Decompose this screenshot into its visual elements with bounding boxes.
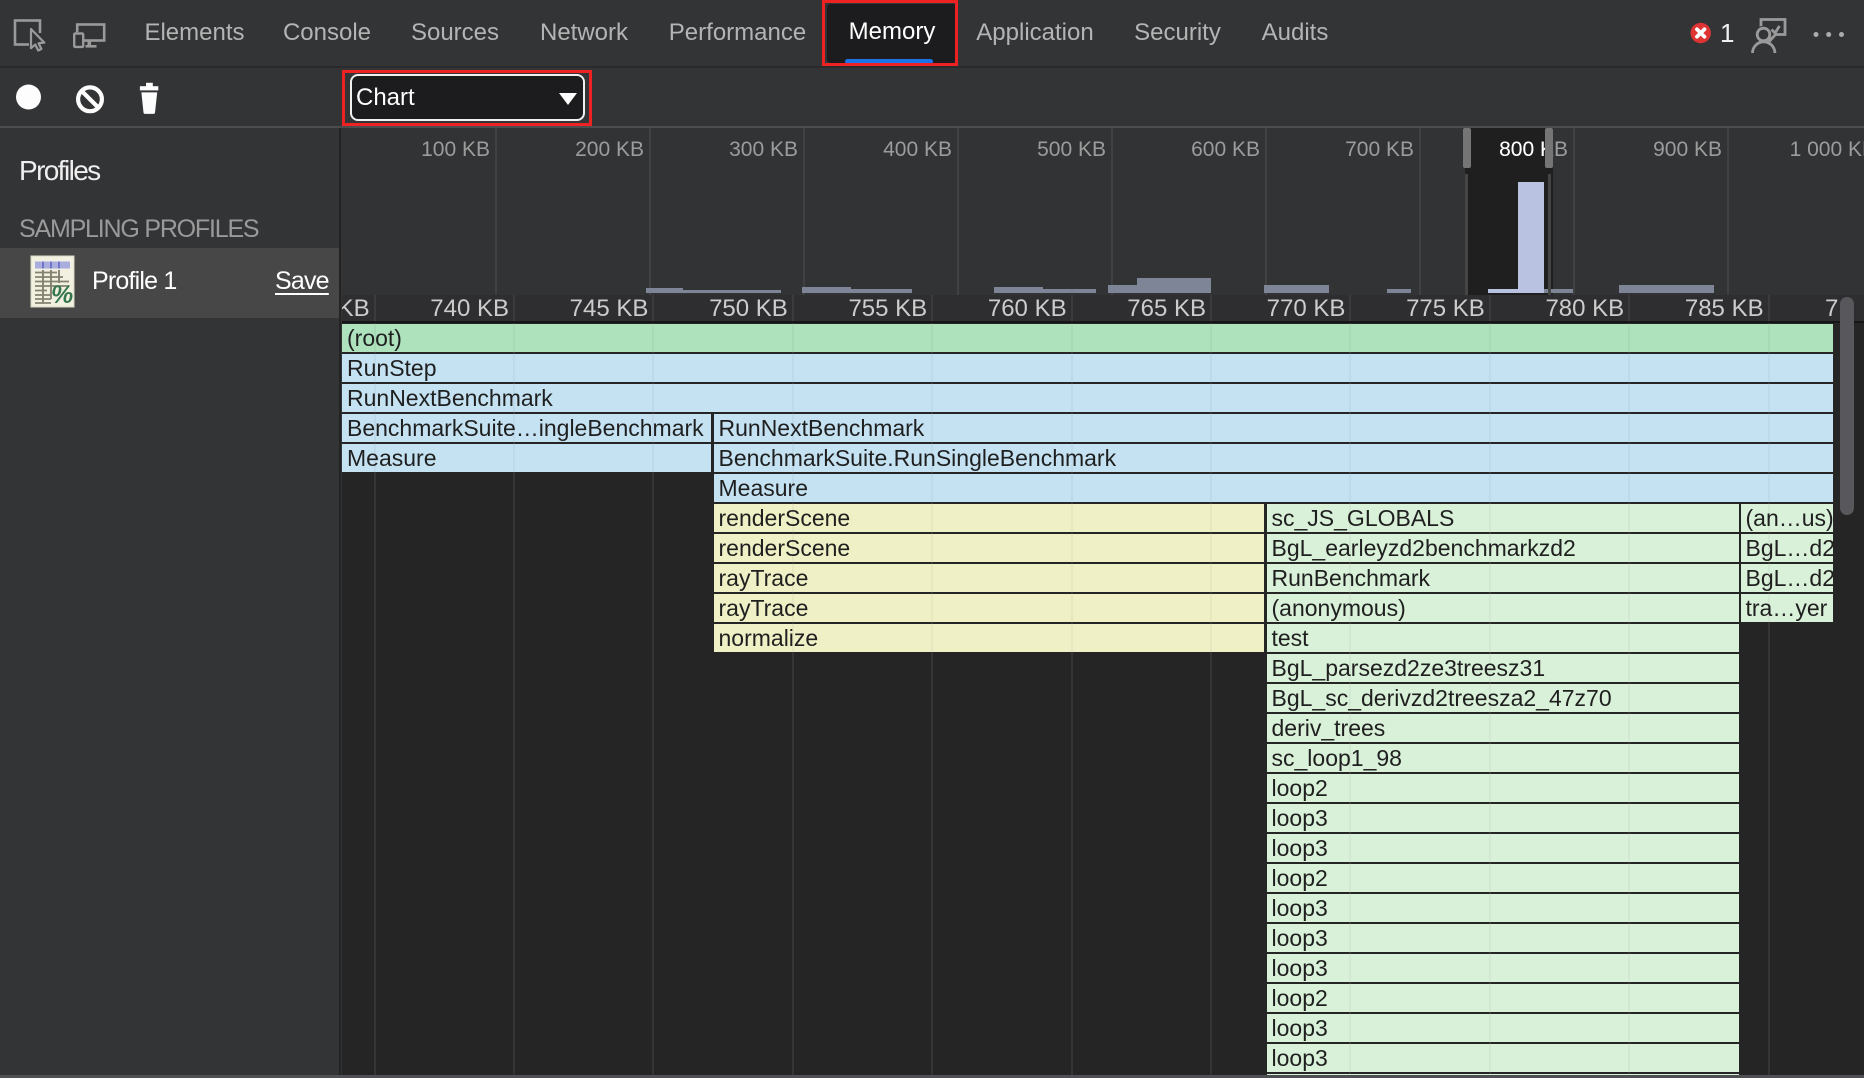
svg-text:%: % bbox=[51, 281, 73, 309]
svg-text:1: 1 bbox=[1720, 18, 1734, 48]
